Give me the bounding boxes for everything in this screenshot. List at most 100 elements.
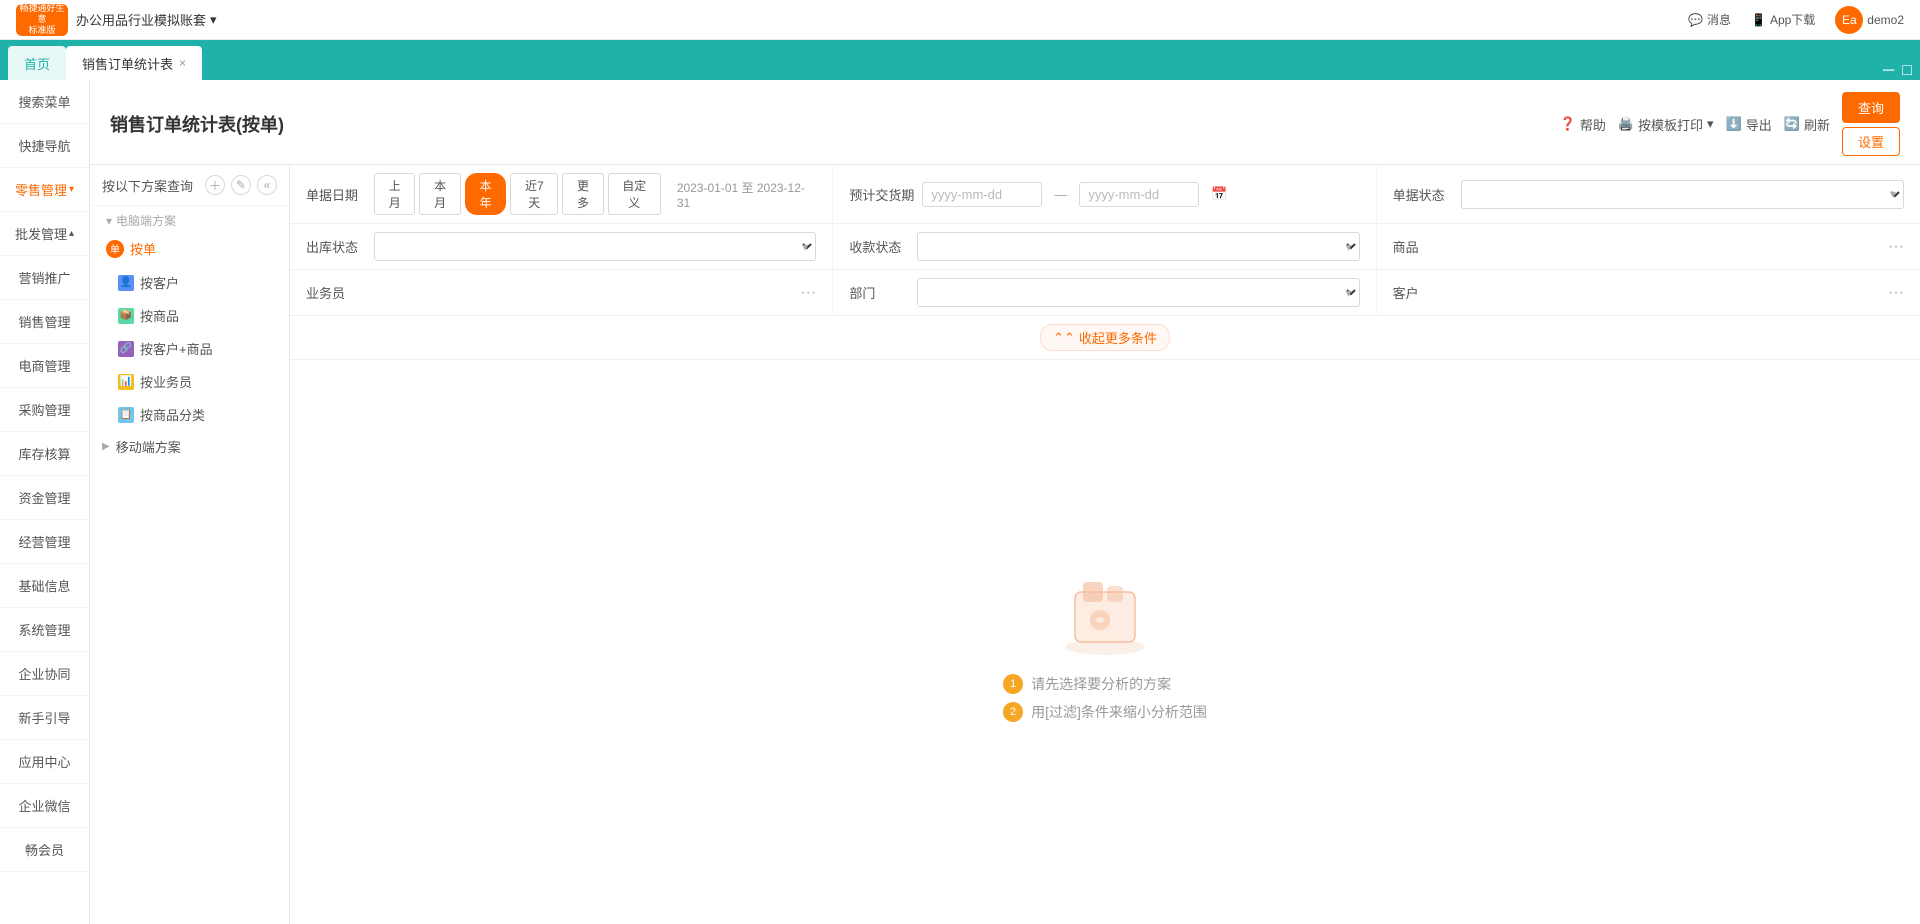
settings-btn[interactable]: 设置 <box>1842 127 1900 156</box>
right-area: 单据日期 上月 本月 本年 近7天 更多 自定义 2023-01-01 至 20… <box>290 165 1920 924</box>
date-btn-custom[interactable]: 自定义 <box>608 173 661 215</box>
scheme-icon-goods: 📦 <box>118 308 134 324</box>
customer-more-icon[interactable]: ··· <box>1888 284 1904 302</box>
print-icon: 🖨️ <box>1618 116 1634 132</box>
scheme-by-salesperson[interactable]: 📊 按业务员 <box>90 365 289 398</box>
sidebar-item-enterprise[interactable]: 企业协同 <box>0 652 89 696</box>
page-title: 销售订单统计表(按单) <box>110 111 284 137</box>
tab-sales-order[interactable]: 销售订单统计表 × <box>66 46 202 80</box>
scheme-by-category[interactable]: 📋 按商品分类 <box>90 398 289 431</box>
main: 搜索菜单 快捷导航 零售管理 ▾ 批发管理 ▴ 营销推广 销售管理 电商管理 采… <box>0 80 1920 924</box>
sidebar-item-finance[interactable]: 资金管理 <box>0 476 89 520</box>
query-btn[interactable]: 查询 <box>1842 92 1900 123</box>
topbar: 畅捷通好生意 标准版 办公用品行业模拟账套 ▾ 💬 消息 📱 App下载 Ea … <box>0 0 1920 40</box>
dept-select[interactable] <box>917 278 1359 307</box>
tab-minimize-btn[interactable]: ─ <box>1883 62 1894 80</box>
empty-illustration <box>1045 562 1165 662</box>
scheme-by-goods[interactable]: 📦 按商品 <box>90 299 289 332</box>
mobile-group-label: 移动端方案 <box>116 437 181 456</box>
date-btn-this-year[interactable]: 本年 <box>465 173 506 215</box>
date-btn-last-month[interactable]: 上月 <box>374 173 415 215</box>
export-btn[interactable]: ⬇️ 导出 <box>1726 115 1772 134</box>
scheme-by-order[interactable]: 单 按单 <box>90 231 289 266</box>
scheme-label-goods: 按商品 <box>140 306 179 325</box>
refresh-btn[interactable]: 🔄 刷新 <box>1784 115 1830 134</box>
tab-home[interactable]: 首页 <box>8 46 66 80</box>
sidebar-item-newbie[interactable]: 新手引导 <box>0 696 89 740</box>
phone-icon: 📱 <box>1751 13 1766 27</box>
sidebar-item-wholesale[interactable]: 批发管理 ▴ <box>0 212 89 256</box>
filter-row-1: 单据日期 上月 本月 本年 近7天 更多 自定义 2023-01-01 至 20… <box>290 165 1920 224</box>
filter-cell-shipment: 出库状态 <box>290 224 833 269</box>
collapse-panel-btn[interactable]: « <box>257 175 277 195</box>
scheme-by-customer[interactable]: 👤 按客户 <box>90 266 289 299</box>
sidebar-item-marketing[interactable]: 营销推广 <box>0 256 89 300</box>
add-scheme-btn[interactable]: ＋ <box>205 175 225 195</box>
pc-group-label: ▾ 电脑端方案 <box>90 206 289 231</box>
customer-input[interactable] <box>1461 285 1876 300</box>
scheme-by-customer-goods[interactable]: 🔗 按客户+商品 <box>90 332 289 365</box>
page-header: 销售订单统计表(按单) ❓ 帮助 🖨️ 按模板打印 ▾ ⬇️ 导出 🔄 刷新 <box>90 80 1920 165</box>
app-selector[interactable]: 办公用品行业模拟账套 ▾ <box>76 10 217 29</box>
date-btn-this-month[interactable]: 本月 <box>419 173 460 215</box>
goods-input[interactable] <box>1461 239 1876 254</box>
goods-more-icon[interactable]: ··· <box>1888 238 1904 256</box>
date-btn-more[interactable]: 更多 <box>562 173 603 215</box>
help-btn[interactable]: ❓ 帮助 <box>1560 115 1606 134</box>
receipt-select-wrap <box>917 232 1359 261</box>
sidebar-item-system[interactable]: 系统管理 <box>0 608 89 652</box>
sidebar-item-appcenter[interactable]: 应用中心 <box>0 740 89 784</box>
empty-tips: 1 请先选择要分析的方案 2 用[过滤]条件来缩小分析范围 <box>1003 674 1207 722</box>
sidebar-item-wechat[interactable]: 企业微信 <box>0 784 89 828</box>
mobile-group-arrow: ▶ <box>102 441 110 452</box>
export-icon: ⬇️ <box>1726 116 1742 132</box>
sidebar-arrow-retail: ▾ <box>69 184 74 195</box>
message-btn[interactable]: 💬 消息 <box>1688 11 1731 28</box>
sidebar-item-quicknav[interactable]: 快捷导航 <box>0 124 89 168</box>
sidebar-item-inventory[interactable]: 库存核算 <box>0 432 89 476</box>
delivery-start-input[interactable] <box>922 182 1042 207</box>
filter-cell-receipt: 收款状态 <box>833 224 1376 269</box>
tab-close-icon[interactable]: × <box>179 56 186 70</box>
sidebar-item-search[interactable]: 搜索菜单 <box>0 80 89 124</box>
empty-state: 1 请先选择要分析的方案 2 用[过滤]条件来缩小分析范围 <box>290 360 1920 924</box>
sidebar-item-sales[interactable]: 销售管理 <box>0 300 89 344</box>
shipment-label: 出库状态 <box>306 237 366 256</box>
receipt-select[interactable] <box>917 232 1359 261</box>
print-btn[interactable]: 🖨️ 按模板打印 ▾ <box>1618 115 1714 134</box>
pc-group-arrow: ▾ <box>106 214 112 228</box>
sidebar-item-member[interactable]: 畅会员 <box>0 828 89 872</box>
export-label: 导出 <box>1746 115 1772 134</box>
sidebar-item-basic[interactable]: 基础信息 <box>0 564 89 608</box>
collapse-btn[interactable]: ⌃⌃ 收起更多条件 <box>1040 324 1170 351</box>
filter-cell-customer: 客户 ··· <box>1377 270 1920 315</box>
scheme-icon-order: 单 <box>106 240 124 258</box>
tab-maximize-btn[interactable]: □ <box>1902 62 1912 80</box>
app-download-label: App下载 <box>1770 11 1815 28</box>
delivery-end-input[interactable] <box>1079 182 1199 207</box>
salesperson-more-icon[interactable]: ··· <box>800 284 816 302</box>
edit-scheme-btn[interactable]: ✎ <box>231 175 251 195</box>
mobile-group[interactable]: ▶ 移动端方案 <box>90 431 289 462</box>
app-download-btn[interactable]: 📱 App下载 <box>1751 11 1815 28</box>
sidebar: 搜索菜单 快捷导航 零售管理 ▾ 批发管理 ▴ 营销推广 销售管理 电商管理 采… <box>0 80 90 924</box>
goods-label: 商品 <box>1393 237 1453 256</box>
user-area[interactable]: Ea demo2 <box>1835 6 1904 34</box>
filter-cell-salesperson: 业务员 ··· <box>290 270 833 315</box>
date-btn-7days[interactable]: 近7天 <box>510 173 558 215</box>
sidebar-item-procurement[interactable]: 采购管理 <box>0 388 89 432</box>
delivery-label: 预计交货期 <box>849 185 914 204</box>
sidebar-item-operations[interactable]: 经营管理 <box>0 520 89 564</box>
salesperson-label: 业务员 <box>306 283 366 302</box>
date-label: 单据日期 <box>306 185 366 204</box>
help-label: 帮助 <box>1580 115 1606 134</box>
scheme-icon-sales: 📊 <box>118 374 134 390</box>
shipment-select[interactable] <box>374 232 816 261</box>
sidebar-item-ecommerce[interactable]: 电商管理 <box>0 344 89 388</box>
left-panel: 按以下方案查询 ＋ ✎ « ▾ 电脑端方案 单 按单 👤 按客户 <box>90 165 290 924</box>
docstatus-select[interactable] <box>1461 180 1904 209</box>
avatar: Ea <box>1835 6 1863 34</box>
sidebar-item-retail[interactable]: 零售管理 ▾ <box>0 168 89 212</box>
calendar-icon[interactable]: 📅 <box>1211 186 1227 202</box>
salesperson-input[interactable] <box>374 285 788 300</box>
